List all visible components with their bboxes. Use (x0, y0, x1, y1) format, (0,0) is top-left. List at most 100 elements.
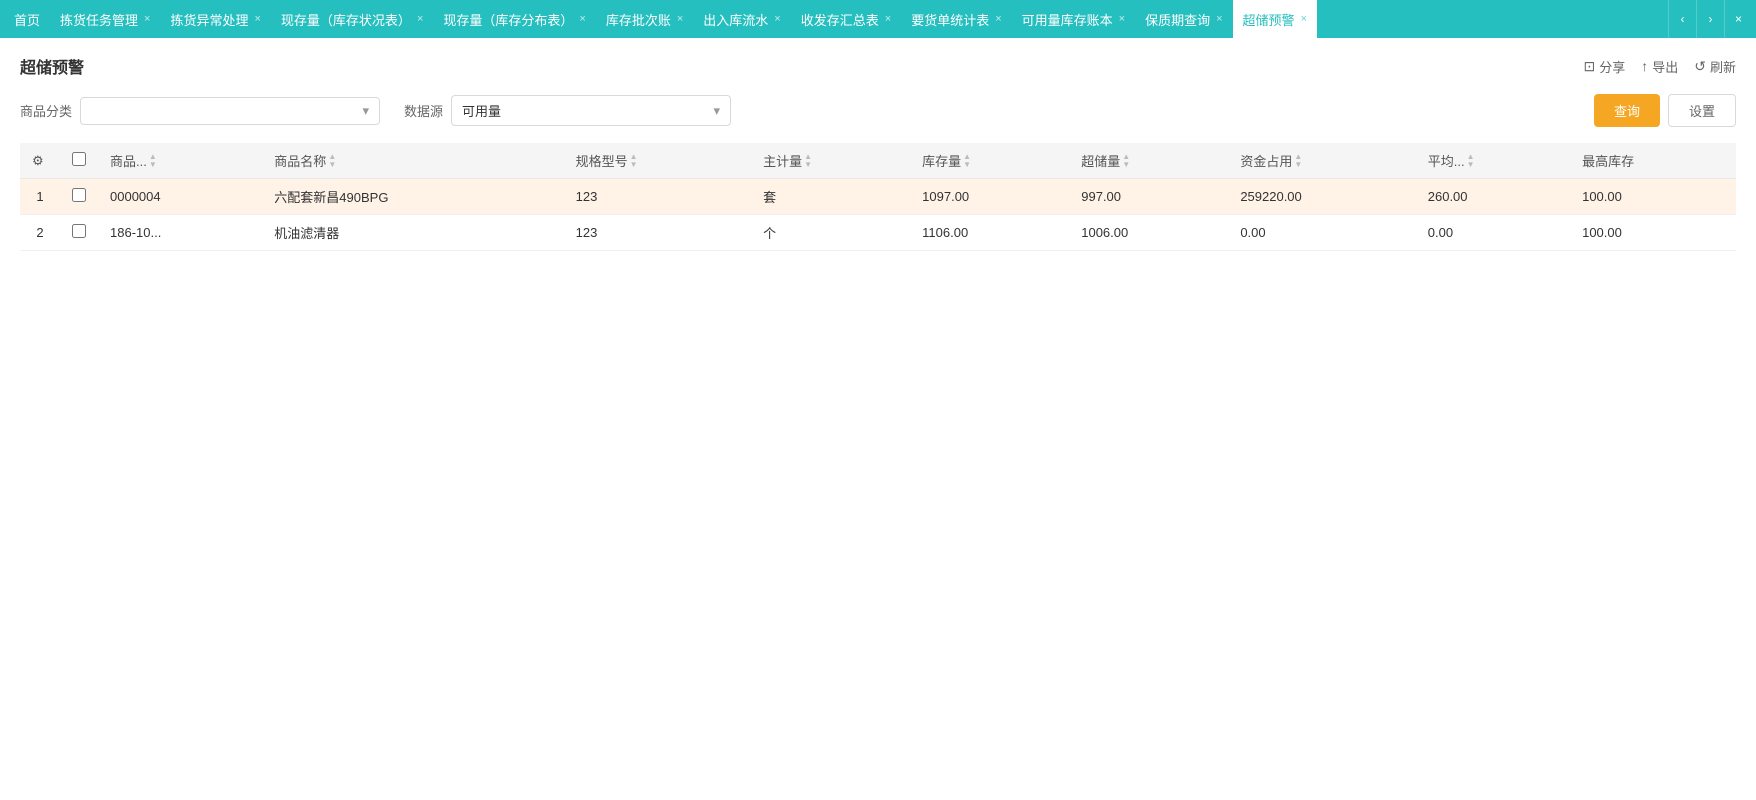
cell-over-1: 1006.00 (1069, 215, 1228, 251)
cell-capital-1: 0.00 (1228, 215, 1415, 251)
sort-over-icon: ▲▼ (1122, 153, 1130, 169)
nav-item-1[interactable]: 拣货任务管理 × (50, 0, 160, 38)
th-code[interactable]: 商品... ▲▼ (98, 143, 262, 179)
th-capital-label: 资金占用 (1240, 151, 1292, 170)
close-tab-3[interactable]: × (417, 13, 423, 25)
nav-item-6[interactable]: 出入库流水 × (693, 0, 790, 38)
cell-capital-0: 259220.00 (1228, 179, 1415, 215)
nav-label-9: 可用量库存账本 (1022, 10, 1113, 29)
close-tab-11[interactable]: × (1301, 13, 1307, 25)
nav-label-1: 拣货任务管理 (60, 10, 138, 29)
row-number-0: 1 (20, 179, 60, 215)
nav-item-2[interactable]: 拣货异常处理 × (160, 0, 270, 38)
category-label: 商品分类 (20, 101, 72, 120)
query-button[interactable]: 查询 (1594, 94, 1660, 127)
refresh-label: 刷新 (1710, 57, 1736, 76)
th-stock[interactable]: 库存量 ▲▼ (910, 143, 1069, 179)
category-chevron-icon: ▾ (362, 103, 369, 119)
th-unit[interactable]: 主计量 ▲▼ (751, 143, 910, 179)
th-avg[interactable]: 平均... ▲▼ (1416, 143, 1570, 179)
th-max-label: 最高库存 (1582, 151, 1634, 170)
row-checkbox-cell-0[interactable] (60, 179, 98, 215)
th-unit-label: 主计量 (763, 151, 802, 170)
cell-unit-1: 个 (751, 215, 910, 251)
cell-stock-1: 1106.00 (910, 215, 1069, 251)
close-tab-6[interactable]: × (774, 13, 780, 25)
refresh-icon: ↺ (1694, 58, 1706, 75)
category-select[interactable]: ▾ (80, 97, 380, 125)
export-label: 导出 (1652, 57, 1678, 76)
datasource-value: 可用量 (462, 101, 501, 120)
gear-icon: ⚙ (32, 153, 44, 168)
th-code-label: 商品... (110, 151, 147, 170)
close-tab-2[interactable]: × (254, 13, 260, 25)
settings-button[interactable]: 设置 (1668, 94, 1736, 127)
nav-item-8[interactable]: 要货单统计表 × (901, 0, 1011, 38)
export-button[interactable]: ↑ 导出 (1641, 57, 1678, 76)
th-name[interactable]: 商品名称 ▲▼ (262, 143, 563, 179)
nav-arrows: ‹ › × (1668, 0, 1752, 38)
nav-close-button[interactable]: × (1724, 0, 1752, 38)
th-max[interactable]: 最高库存 (1570, 143, 1736, 179)
sort-code-icon: ▲▼ (149, 153, 157, 169)
nav-item-10[interactable]: 保质期查询 × (1135, 0, 1232, 38)
close-tab-10[interactable]: × (1216, 13, 1222, 25)
nav-label-6: 出入库流水 (703, 10, 768, 29)
row-checkbox-cell-1[interactable] (60, 215, 98, 251)
category-filter-group: 商品分类 ▾ (20, 97, 380, 125)
th-spec[interactable]: 规格型号 ▲▼ (564, 143, 751, 179)
page-title: 超储预警 (20, 54, 84, 78)
share-label: 分享 (1599, 57, 1625, 76)
export-icon: ↑ (1641, 58, 1648, 74)
sort-avg-icon: ▲▼ (1467, 153, 1475, 169)
nav-item-9[interactable]: 可用量库存账本 × (1012, 0, 1135, 38)
nav-item-11[interactable]: 超储预警 × (1233, 0, 1317, 38)
row-checkbox-1[interactable] (72, 224, 86, 238)
close-tab-1[interactable]: × (144, 13, 150, 25)
cell-spec-0: 123 (564, 179, 751, 215)
nav-label-home: 首页 (14, 10, 40, 29)
th-checkbox[interactable] (60, 143, 98, 179)
nav-prev-button[interactable]: ‹ (1668, 0, 1696, 38)
datasource-filter-group: 数据源 可用量 ▾ (404, 95, 731, 126)
close-tab-7[interactable]: × (885, 13, 891, 25)
row-checkbox-0[interactable] (72, 188, 86, 202)
nav-next-button[interactable]: › (1696, 0, 1724, 38)
th-spec-label: 规格型号 (576, 151, 628, 170)
th-gear[interactable]: ⚙ (20, 143, 60, 179)
share-icon: ⊡ (1583, 58, 1595, 75)
th-over[interactable]: 超储量 ▲▼ (1069, 143, 1228, 179)
cell-over-0: 997.00 (1069, 179, 1228, 215)
select-all-checkbox[interactable] (72, 152, 86, 166)
th-avg-label: 平均... (1428, 151, 1465, 170)
th-capital[interactable]: 资金占用 ▲▼ (1228, 143, 1415, 179)
nav-label-3: 现存量（库存状况表） (281, 10, 411, 29)
table-body: 1 0000004 六配套新昌490BPG 123 套 1097.00 997.… (20, 179, 1736, 251)
refresh-button[interactable]: ↺ 刷新 (1694, 57, 1736, 76)
nav-item-home[interactable]: 首页 (4, 0, 50, 38)
cell-max-1: 100.00 (1570, 215, 1736, 251)
cell-stock-0: 1097.00 (910, 179, 1069, 215)
nav-label-11: 超储预警 (1243, 10, 1295, 29)
nav-label-7: 收发存汇总表 (801, 10, 879, 29)
page-content: 超储预警 ⊡ 分享 ↑ 导出 ↺ 刷新 商品分类 ▾ 数据源 (0, 38, 1756, 800)
nav-label-2: 拣货异常处理 (170, 10, 248, 29)
page-header: 超储预警 ⊡ 分享 ↑ 导出 ↺ 刷新 (20, 54, 1736, 78)
close-tab-5[interactable]: × (677, 13, 683, 25)
cell-spec-1: 123 (564, 215, 751, 251)
cell-unit-0: 套 (751, 179, 910, 215)
nav-item-4[interactable]: 现存量（库存分布表） × (433, 0, 595, 38)
sort-unit-icon: ▲▼ (804, 153, 812, 169)
table-row: 2 186-10... 机油滤清器 123 个 1106.00 1006.00 … (20, 215, 1736, 251)
sort-spec-icon: ▲▼ (630, 153, 638, 169)
datasource-select[interactable]: 可用量 ▾ (451, 95, 731, 126)
cell-code-1: 186-10... (98, 215, 262, 251)
nav-item-3[interactable]: 现存量（库存状况表） × (271, 0, 433, 38)
table-row: 1 0000004 六配套新昌490BPG 123 套 1097.00 997.… (20, 179, 1736, 215)
share-button[interactable]: ⊡ 分享 (1583, 57, 1625, 76)
close-tab-9[interactable]: × (1119, 13, 1125, 25)
close-tab-8[interactable]: × (995, 13, 1001, 25)
close-tab-4[interactable]: × (579, 13, 585, 25)
nav-item-5[interactable]: 库存批次账 × (596, 0, 693, 38)
nav-item-7[interactable]: 收发存汇总表 × (791, 0, 901, 38)
